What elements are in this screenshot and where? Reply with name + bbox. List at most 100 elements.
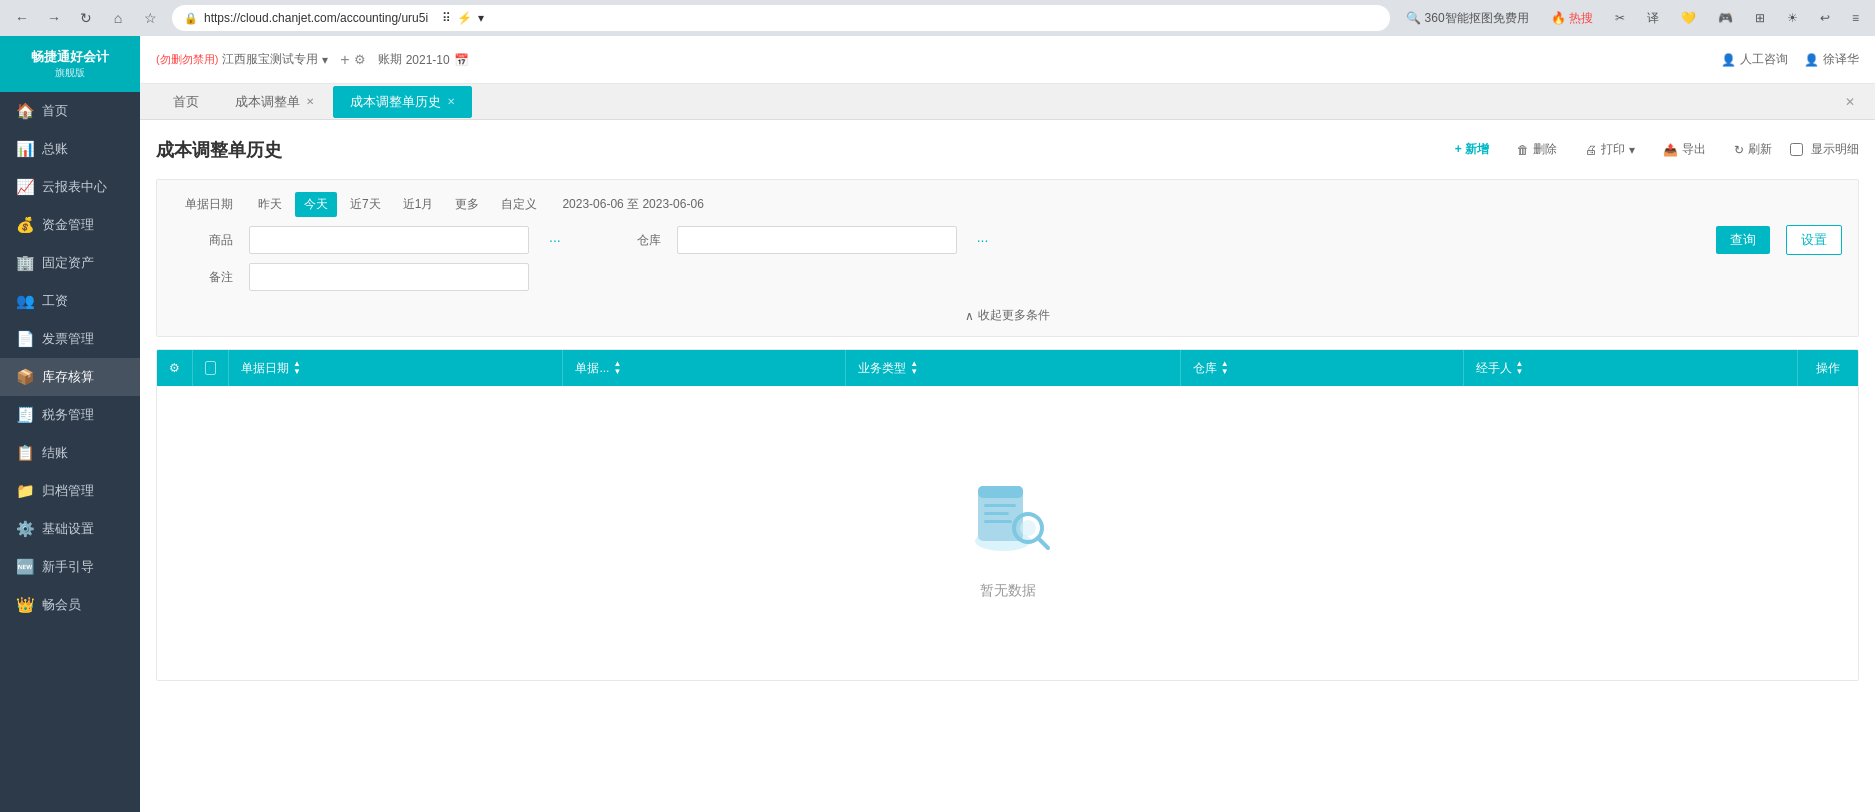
forward-button[interactable]: → bbox=[40, 4, 68, 32]
funds-icon: 💰 bbox=[16, 216, 34, 234]
header-checkbox[interactable] bbox=[205, 361, 216, 375]
company-settings-icon[interactable]: ⚙ bbox=[354, 52, 366, 67]
warehouse-filter-input[interactable] bbox=[677, 226, 957, 254]
th-type-sort-icon: ▲▼ bbox=[910, 360, 918, 376]
company-selector[interactable]: (勿删勿禁用) 江西服宝测试专用 ▾ + ⚙ bbox=[156, 51, 366, 69]
settings-icon: ⚙️ bbox=[16, 520, 34, 538]
reload-button[interactable]: ↻ bbox=[72, 4, 100, 32]
th-settings[interactable]: ⚙ bbox=[157, 350, 193, 386]
nav-item-membership[interactable]: 👑 畅会员 bbox=[0, 586, 140, 624]
date-btn-yesterday[interactable]: 昨天 bbox=[249, 192, 291, 217]
svg-point-8 bbox=[1020, 520, 1036, 536]
assets-icon: 🏢 bbox=[16, 254, 34, 272]
nav-item-invoices[interactable]: 📄 发票管理 bbox=[0, 320, 140, 358]
dropdown-icon: ▾ bbox=[478, 11, 484, 25]
home-icon: 🏠 bbox=[16, 102, 34, 120]
print-icon: 🖨 bbox=[1585, 143, 1597, 157]
goods-filter-input[interactable] bbox=[249, 226, 529, 254]
scissors-tool[interactable]: ✂ bbox=[1607, 8, 1633, 28]
print-dropdown-icon: ▾ bbox=[1629, 143, 1635, 157]
svg-rect-5 bbox=[984, 520, 1012, 523]
grid-tool[interactable]: ⊞ bbox=[1747, 8, 1773, 28]
nav-label-closing: 结账 bbox=[42, 444, 68, 462]
nav-label-tax: 税务管理 bbox=[42, 406, 94, 424]
date-btn-custom[interactable]: 自定义 bbox=[492, 192, 546, 217]
back-button[interactable]: ← bbox=[8, 4, 36, 32]
empty-text: 暂无数据 bbox=[980, 582, 1036, 600]
date-btn-1month[interactable]: 近1月 bbox=[394, 192, 443, 217]
app-container: 畅捷通好会计 旗舰版 🏠 首页 📊 总账 📈 云报表中心 💰 资金管理 🏢 固定… bbox=[0, 36, 1875, 812]
user-profile-btn[interactable]: 👤 徐译华 bbox=[1804, 51, 1859, 68]
nav-item-home[interactable]: 🏠 首页 bbox=[0, 92, 140, 130]
filter-row-remark: 备注 bbox=[173, 263, 1842, 291]
tab-cost-adjustment-history-close[interactable]: ✕ bbox=[447, 96, 455, 107]
date-btn-7days[interactable]: 近7天 bbox=[341, 192, 390, 217]
tab-cost-adjustment[interactable]: 成本调整单 ✕ bbox=[218, 86, 331, 118]
filter-setting-button[interactable]: 设置 bbox=[1786, 225, 1842, 255]
nav-label-inventory: 库存核算 bbox=[42, 368, 94, 386]
hot-search[interactable]: 🔥 热搜 bbox=[1543, 7, 1601, 30]
nav-item-inventory[interactable]: 📦 库存核算 bbox=[0, 358, 140, 396]
bookmark-button[interactable]: ☆ bbox=[136, 4, 164, 32]
top-bar-right: 👤 人工咨询 👤 徐译华 bbox=[1721, 51, 1859, 68]
tab-cost-adjustment-close[interactable]: ✕ bbox=[306, 96, 314, 107]
remark-filter-input[interactable] bbox=[249, 263, 529, 291]
nav-item-payroll[interactable]: 👥 工资 bbox=[0, 282, 140, 320]
th-type[interactable]: 业务类型 ▲▼ bbox=[846, 350, 1180, 386]
query-button[interactable]: 查询 bbox=[1716, 226, 1770, 254]
nav-label-invoices: 发票管理 bbox=[42, 330, 94, 348]
period-info: 账期 2021-10 📅 bbox=[378, 51, 469, 68]
nav-item-fixed-assets[interactable]: 🏢 固定资产 bbox=[0, 244, 140, 282]
nav-item-closing[interactable]: 📋 结账 bbox=[0, 434, 140, 472]
home-button[interactable]: ⌂ bbox=[104, 4, 132, 32]
archive-icon: 📁 bbox=[16, 482, 34, 500]
date-btn-today[interactable]: 今天 bbox=[295, 192, 337, 217]
add-company-icon[interactable]: + bbox=[340, 51, 349, 69]
calendar-icon[interactable]: 📅 bbox=[454, 53, 469, 67]
display-toggle-checkbox[interactable] bbox=[1790, 143, 1803, 156]
history-tool[interactable]: ↩ bbox=[1812, 8, 1838, 28]
menu-tool[interactable]: ≡ bbox=[1844, 8, 1867, 28]
tab-home[interactable]: 首页 bbox=[156, 86, 216, 118]
warehouse-more-dots[interactable]: ··· bbox=[977, 232, 989, 248]
new-button[interactable]: + 新增 bbox=[1445, 136, 1499, 163]
date-btn-more[interactable]: 更多 bbox=[446, 192, 488, 217]
search-tool[interactable]: 🔍 360智能抠图免费用 bbox=[1398, 7, 1536, 30]
membership-icon: 👑 bbox=[16, 596, 34, 614]
th-bill[interactable]: 单据... ▲▼ bbox=[563, 350, 846, 386]
th-bill-sort-icon: ▲▼ bbox=[613, 360, 621, 376]
nav-item-funds[interactable]: 💰 资金管理 bbox=[0, 206, 140, 244]
close-all-tabs-icon[interactable]: ✕ bbox=[1841, 91, 1859, 113]
game-tool[interactable]: 🎮 bbox=[1710, 8, 1741, 28]
th-date[interactable]: 单据日期 ▲▼ bbox=[229, 350, 563, 386]
th-manager[interactable]: 经手人 ▲▼ bbox=[1464, 350, 1798, 386]
th-date-label: 单据日期 bbox=[241, 360, 289, 377]
nav-item-general-ledger[interactable]: 📊 总账 bbox=[0, 130, 140, 168]
top-bar: (勿删勿禁用) 江西服宝测试专用 ▾ + ⚙ 账期 2021-10 📅 👤 人工… bbox=[140, 36, 1875, 84]
display-toggle[interactable]: 显示明细 bbox=[1790, 141, 1859, 158]
nav-item-settings[interactable]: ⚙️ 基础设置 bbox=[0, 510, 140, 548]
export-button[interactable]: 📤 导出 bbox=[1653, 136, 1716, 163]
nav-item-reports[interactable]: 📈 云报表中心 bbox=[0, 168, 140, 206]
address-bar[interactable]: 🔒 https://cloud.chanjet.com/accounting/u… bbox=[172, 5, 1390, 31]
th-warehouse-sort-icon: ▲▼ bbox=[1221, 360, 1229, 376]
tab-cost-adjustment-history[interactable]: 成本调整单历史 ✕ bbox=[333, 86, 472, 118]
delete-button[interactable]: 🗑 删除 bbox=[1507, 136, 1567, 163]
browser-tools: 🔍 360智能抠图免费用 🔥 热搜 ✂ 译 💛 🎮 ⊞ ☀ ↩ ≡ bbox=[1398, 7, 1867, 30]
theme-tool[interactable]: ☀ bbox=[1779, 8, 1806, 28]
wallet-tool[interactable]: 💛 bbox=[1673, 8, 1704, 28]
print-button[interactable]: 🖨 打印 ▾ bbox=[1575, 136, 1645, 163]
collapse-button[interactable]: ∧ 收起更多条件 bbox=[965, 307, 1050, 324]
th-checkbox[interactable] bbox=[193, 350, 229, 386]
translate-tool[interactable]: 译 bbox=[1639, 7, 1667, 30]
th-warehouse[interactable]: 仓库 ▲▼ bbox=[1181, 350, 1464, 386]
refresh-button[interactable]: ↻ 刷新 bbox=[1724, 136, 1782, 163]
nav-item-archive[interactable]: 📁 归档管理 bbox=[0, 472, 140, 510]
nav-item-tax[interactable]: 🧾 税务管理 bbox=[0, 396, 140, 434]
nav-item-new-guide[interactable]: 🆕 新手引导 bbox=[0, 548, 140, 586]
goods-more-dots[interactable]: ··· bbox=[549, 232, 561, 248]
tax-icon: 🧾 bbox=[16, 406, 34, 424]
service-label: 人工咨询 bbox=[1740, 51, 1788, 68]
customer-service-btn[interactable]: 👤 人工咨询 bbox=[1721, 51, 1788, 68]
th-type-label: 业务类型 bbox=[858, 360, 906, 377]
